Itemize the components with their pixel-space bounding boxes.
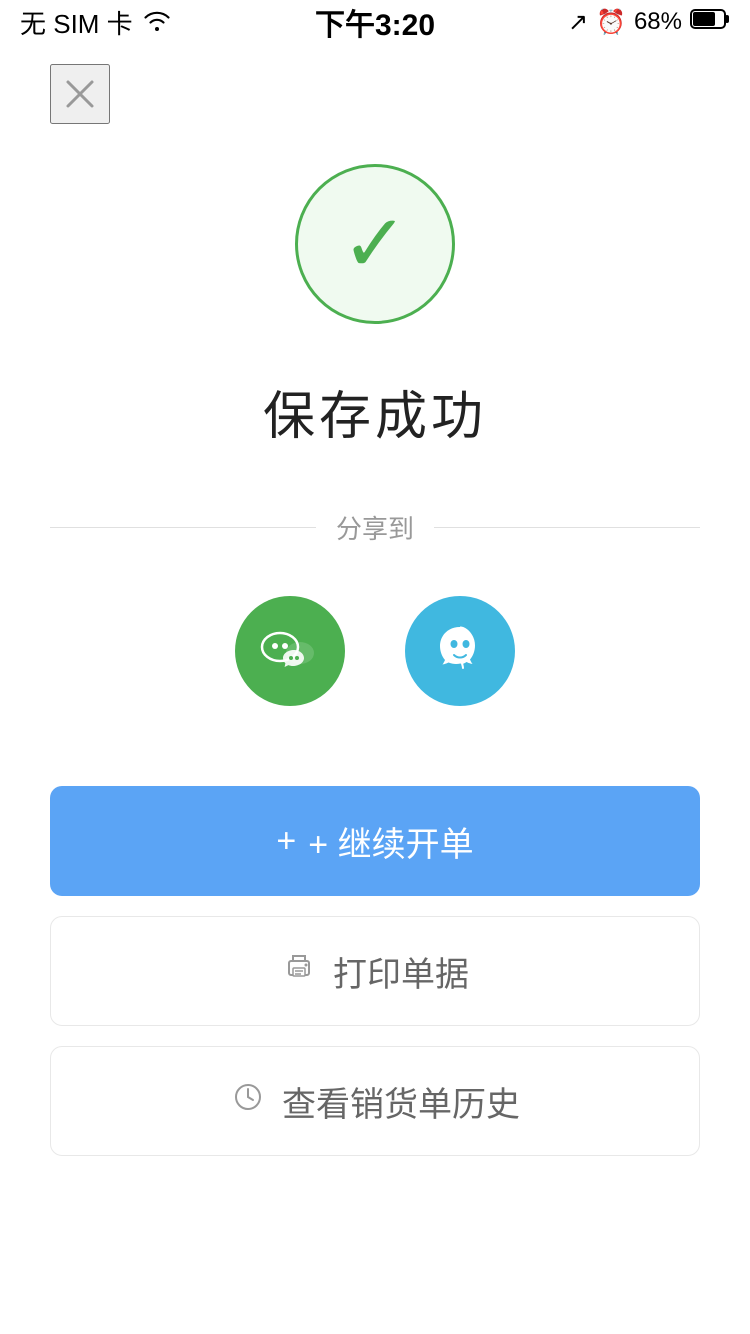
continue-label: + 继续开单 (308, 817, 473, 866)
status-bar: 无 SIM 卡 下午3:20 ↗ ⏰ 68% (0, 0, 750, 44)
checkmark-icon: ✓ (341, 204, 408, 284)
location-icon: ↗ (568, 8, 588, 37)
history-button[interactable]: 查看销货单历史 (50, 1046, 700, 1156)
battery-text: 68% (634, 8, 682, 36)
sim-text: 无 SIM 卡 (20, 4, 133, 41)
action-buttons: + + 继续开单 打印单据 (50, 786, 700, 1156)
success-circle: ✓ (295, 164, 455, 324)
printer-icon (281, 949, 317, 994)
share-label: 分享到 (336, 509, 414, 546)
continue-icon: + (276, 822, 296, 861)
status-time: 下午3:20 (315, 0, 435, 44)
status-left: 无 SIM 卡 (20, 4, 171, 41)
alarm-icon: ⏰ (596, 8, 626, 37)
main-content: ✓ 保存成功 分享到 (0, 44, 750, 1334)
wechat-share-button[interactable] (235, 596, 345, 706)
print-label: 打印单据 (333, 947, 469, 996)
share-icons (235, 596, 515, 706)
history-icon (230, 1079, 266, 1124)
status-right: ↗ ⏰ 68% (568, 8, 730, 37)
continue-button[interactable]: + + 继续开单 (50, 786, 700, 896)
battery-icon (690, 8, 730, 37)
print-button[interactable]: 打印单据 (50, 916, 700, 1026)
history-label: 查看销货单历史 (282, 1077, 520, 1126)
close-button[interactable] (50, 64, 110, 124)
share-divider: 分享到 (50, 509, 700, 546)
wifi-icon (143, 7, 171, 38)
success-title: 保存成功 (263, 374, 487, 449)
qq-share-button[interactable] (405, 596, 515, 706)
